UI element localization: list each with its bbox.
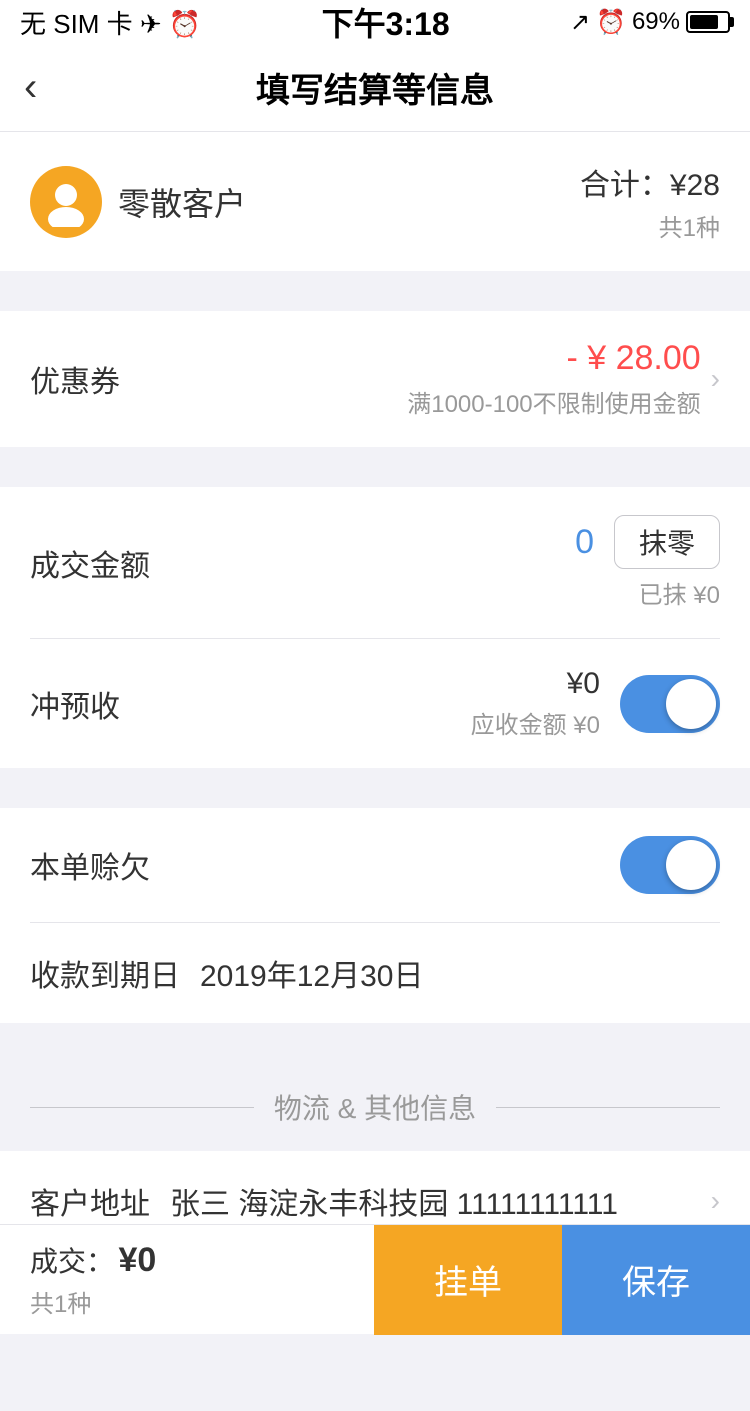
transaction-sub: 已抹 ¥0 [639, 575, 720, 610]
sep2 [0, 467, 750, 487]
back-button[interactable]: ‹ [24, 65, 37, 110]
customer-name: 零散客户 [118, 179, 246, 225]
content: 零散客户 合计：¥28 共1种 优惠券 - ¥ 28.00 满1000-100不… [0, 132, 750, 1411]
coupon-amount: - ¥ 28.00 [407, 339, 700, 378]
save-button[interactable]: 保存 [562, 1225, 750, 1335]
transaction-value-row: 0 抹零 [575, 515, 720, 569]
sep4 [0, 1043, 750, 1063]
nav-bar: ‹ 填写结算等信息 [0, 44, 750, 132]
due-date-value: 2019年12月30日 [200, 951, 423, 995]
hang-single-button[interactable]: 挂单 [374, 1225, 562, 1335]
transaction-value: 0 [575, 523, 594, 562]
prepayment-amount: ¥0 [471, 667, 600, 701]
coupon-card[interactable]: 优惠券 - ¥ 28.00 满1000-100不限制使用金额 › [0, 311, 750, 447]
customer-right: 合计：¥28 共1种 [580, 160, 720, 243]
bottom-bar: 成交： ¥0 共1种 挂单 保存 [0, 1224, 750, 1334]
coupon-label: 优惠券 [30, 357, 120, 401]
logistics-header: 物流 & 其他信息 [0, 1063, 750, 1151]
total-count: 共1种 [580, 208, 720, 243]
round-zero-button[interactable]: 抹零 [614, 515, 720, 569]
chevron-right-icon: › [711, 363, 720, 395]
bottom-info: 成交： ¥0 共1种 [0, 1240, 374, 1319]
prepayment-right: ¥0 应收金额 ¥0 [471, 667, 720, 740]
coupon-row[interactable]: 优惠券 - ¥ 28.00 满1000-100不限制使用金额 › [0, 311, 750, 447]
page-title: 填写结算等信息 [256, 63, 494, 112]
transaction-card: 成交金额 0 抹零 已抹 ¥0 冲预收 ¥0 应收金额 ¥0 [0, 487, 750, 768]
customer-card: 零散客户 合计：¥28 共1种 [0, 132, 750, 271]
logistics-line-right [496, 1107, 720, 1108]
alarm-icon: ⏰ [596, 8, 626, 37]
debt-card: 本单赊欠 收款到期日 2019年12月30日 [0, 808, 750, 1023]
status-bar: 无 SIM 卡 ✈ ⏰ 下午3:18 ↗ ⏰ 69% [0, 0, 750, 44]
debt-row: 本单赊欠 [0, 808, 750, 922]
logistics-line-left [30, 1107, 254, 1108]
status-battery: ↗ ⏰ 69% [570, 8, 730, 37]
status-time: 下午3:18 [322, 0, 450, 45]
prepayment-row: 冲预收 ¥0 应收金额 ¥0 [0, 639, 750, 768]
bottom-count: 共1种 [30, 1284, 344, 1319]
status-signal: 无 SIM 卡 ✈ ⏰ [20, 4, 201, 41]
address-label: 客户地址 [30, 1179, 150, 1223]
bottom-total-label: 成交： [30, 1246, 114, 1277]
avatar [30, 166, 102, 238]
transaction-label: 成交金额 [30, 541, 150, 585]
due-date-row[interactable]: 收款到期日 2019年12月30日 [0, 923, 750, 1023]
prepayment-toggle[interactable] [620, 675, 720, 733]
battery-percent: 69% [632, 8, 680, 36]
bottom-total-line: 成交： ¥0 [30, 1240, 344, 1280]
prepayment-label: 冲预收 [30, 682, 120, 726]
debt-toggle[interactable] [620, 836, 720, 894]
sep1 [0, 291, 750, 311]
prepayment-amounts: ¥0 应收金额 ¥0 [471, 667, 600, 740]
customer-left: 零散客户 [30, 166, 246, 238]
total-amount: 合计：¥28 [580, 160, 720, 204]
avatar-icon [41, 177, 91, 227]
bottom-total-value: ¥0 [118, 1241, 156, 1279]
transaction-right: 0 抹零 已抹 ¥0 [575, 515, 720, 610]
logistics-title: 物流 & 其他信息 [254, 1087, 496, 1127]
due-label: 收款到期日 [30, 951, 180, 995]
coupon-description: 满1000-100不限制使用金额 [407, 384, 700, 419]
transaction-amount-row: 成交金额 0 抹零 已抹 ¥0 [0, 487, 750, 638]
location-icon: ↗ [570, 8, 590, 37]
battery-icon [686, 11, 730, 33]
sep3 [0, 788, 750, 808]
debt-toggle-knob [666, 840, 716, 890]
toggle-knob [666, 679, 716, 729]
address-chevron-icon: › [711, 1185, 720, 1217]
prepayment-sub: 应收金额 ¥0 [471, 705, 600, 740]
coupon-right: - ¥ 28.00 满1000-100不限制使用金额 › [407, 339, 720, 419]
address-value: 张三 海淀永丰科技园 11111111111 [170, 1179, 711, 1223]
customer-row: 零散客户 合计：¥28 共1种 [0, 132, 750, 271]
debt-label: 本单赊欠 [30, 843, 150, 887]
